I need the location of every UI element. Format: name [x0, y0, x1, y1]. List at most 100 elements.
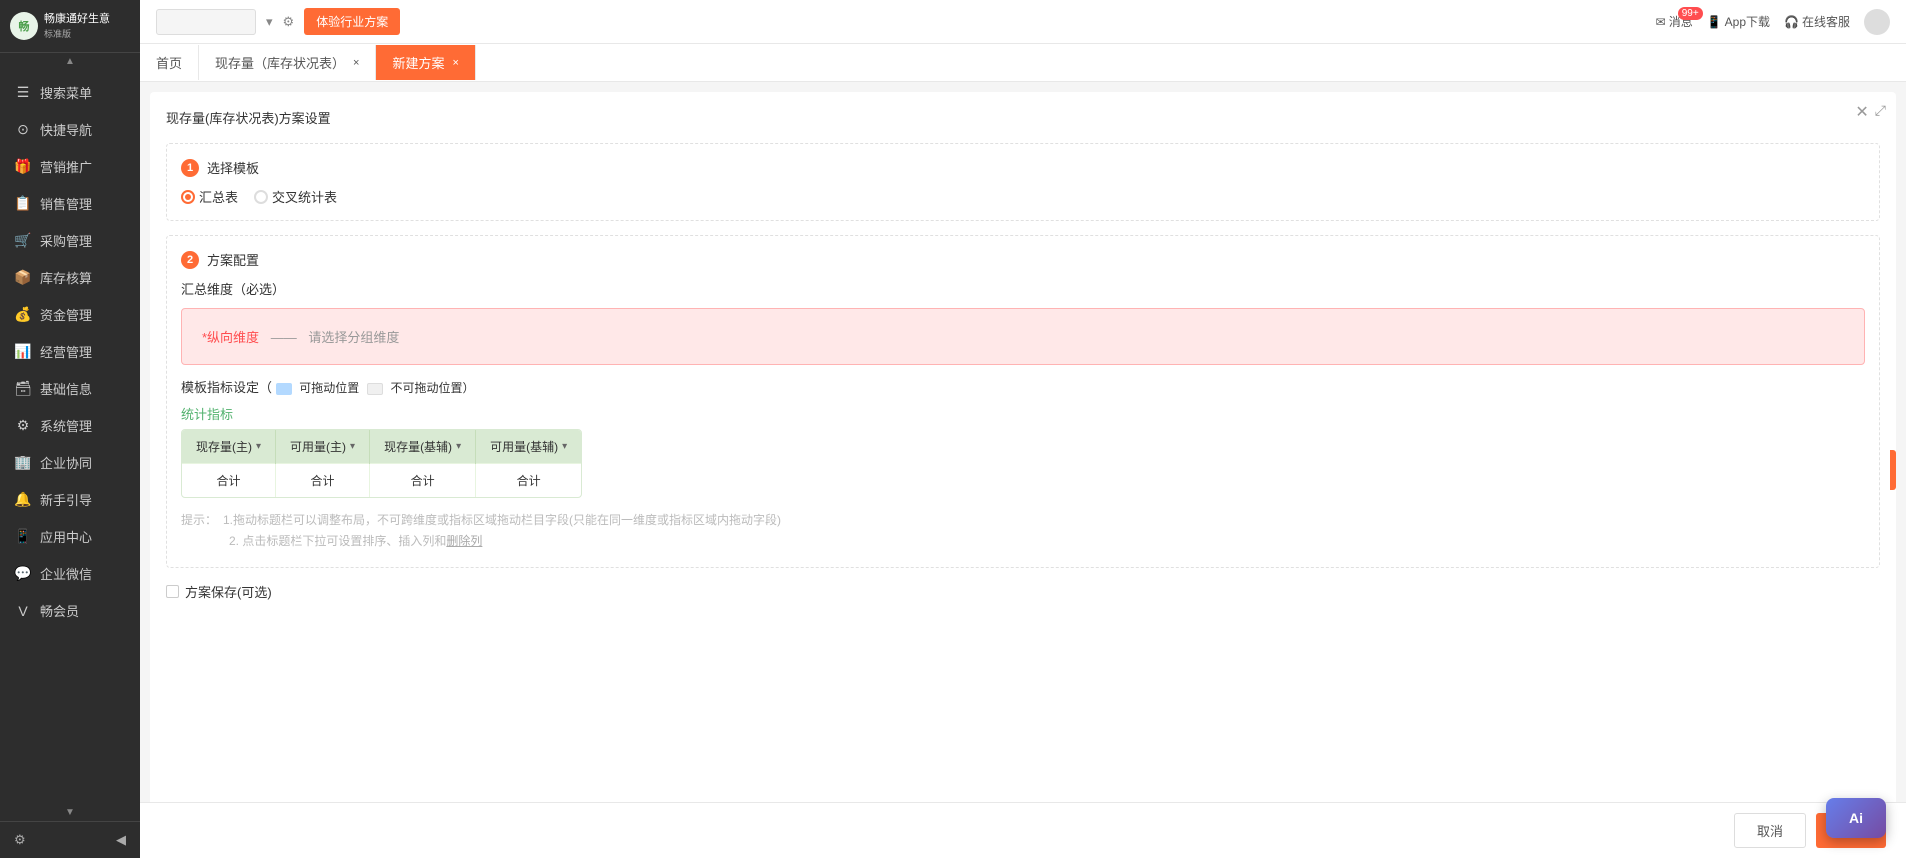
- sidebar-item-finance[interactable]: 💰 资金管理: [0, 296, 140, 333]
- sidebar-item-system[interactable]: ⚙ 系统管理: [0, 407, 140, 444]
- sidebar-item-label: 畅会员: [40, 601, 79, 620]
- message-badge: 99+: [1678, 7, 1703, 20]
- tab-inventory-status[interactable]: 现存量（库存状况表） ×: [199, 45, 376, 80]
- tab-inventory-close[interactable]: ×: [353, 57, 359, 69]
- resize-handle[interactable]: [1890, 450, 1896, 490]
- sidebar-scroll-down[interactable]: ▼: [0, 804, 140, 821]
- tab-new-scheme[interactable]: 新建方案 ×: [376, 45, 475, 80]
- col2-chevron: ▾: [350, 441, 355, 452]
- required-label: *纵向维度: [202, 330, 259, 345]
- industry-scheme-button[interactable]: 体验行业方案: [304, 8, 400, 35]
- col-header-1[interactable]: 现存量(主) ▾: [182, 430, 276, 464]
- app-download-button[interactable]: 📱 App下载: [1707, 13, 1770, 30]
- settings-footer-icon[interactable]: ⚙: [14, 832, 26, 848]
- indicator-label-text: 模板指标设定（: [181, 380, 272, 395]
- section2-header: 2 方案配置: [181, 250, 1865, 269]
- sidebar-item-label: 资金管理: [40, 305, 92, 324]
- online-service-icon: 🎧: [1784, 15, 1799, 29]
- member-icon: V: [14, 602, 32, 620]
- radio-cross-indicator: [254, 190, 268, 204]
- aggregate-dim-label: 汇总维度（必选）: [181, 279, 1865, 298]
- sidebar-scroll-up[interactable]: ▲: [0, 53, 140, 70]
- col2-label: 可用量(主): [290, 438, 346, 455]
- wechat-icon: 💬: [14, 565, 32, 583]
- non-draggable-hint-box: [367, 383, 383, 395]
- topbar-right: ✉ 消息 99+ 📱 App下载 🎧 在线客服: [1656, 9, 1890, 35]
- content-area: ✕ ⤢ 现存量(库存状况表)方案设置 1 选择模板 汇总表 交叉统: [140, 82, 1906, 858]
- expand-panel-icon[interactable]: ⤢: [1875, 102, 1886, 122]
- basic-info-icon: 🗃: [14, 380, 32, 398]
- new-guide-icon: 🔔: [14, 491, 32, 509]
- marketing-icon: 🎁: [14, 158, 32, 176]
- stats-table-container: 统计指标 现存量(主) ▾: [181, 404, 1865, 501]
- col4-label: 可用量(基辅): [490, 438, 558, 455]
- draggable-label: 可拖动位置: [299, 381, 359, 395]
- required-dimension-area: *纵向维度 —— 请选择分组维度: [181, 308, 1865, 365]
- cancel-button[interactable]: 取消: [1734, 813, 1806, 848]
- col-header-4[interactable]: 可用量(基辅) ▾: [476, 430, 582, 464]
- user-avatar[interactable]: [1864, 9, 1890, 35]
- sidebar-item-label: 经营管理: [40, 342, 92, 361]
- col-header-3[interactable]: 现存量(基辅) ▾: [370, 430, 476, 464]
- sidebar-item-label: 营销推广: [40, 157, 92, 176]
- sidebar-item-app-center[interactable]: 📱 应用中心: [0, 518, 140, 555]
- sidebar-item-sales[interactable]: 📋 销售管理: [0, 185, 140, 222]
- sidebar-item-label: 搜索菜单: [40, 83, 92, 102]
- sidebar-item-marketing[interactable]: 🎁 营销推广: [0, 148, 140, 185]
- tips-section: 提示： 1.拖动标题栏可以调整布局，不可跨维度或指标区域拖动栏目字段(只能在同一…: [181, 511, 1865, 549]
- finance-icon: 💰: [14, 306, 32, 324]
- sidebar-item-label: 应用中心: [40, 527, 92, 546]
- dimension-select-placeholder[interactable]: 请选择分组维度: [308, 330, 399, 345]
- section-choose-template: 1 选择模板 汇总表 交叉统计表: [166, 143, 1880, 221]
- sidebar-item-quick-nav[interactable]: ⊙ 快捷导航: [0, 111, 140, 148]
- sidebar-item-basic-info[interactable]: 🗃 基础信息: [0, 370, 140, 407]
- save-checkbox-row: 方案保存(可选): [166, 582, 1880, 601]
- system-icon: ⚙: [14, 417, 32, 435]
- sidebar-item-wechat[interactable]: 💬 企业微信: [0, 555, 140, 592]
- sidebar-item-enterprise[interactable]: 🏢 企业协同: [0, 444, 140, 481]
- close-panel-icon[interactable]: ✕: [1855, 102, 1868, 122]
- sidebar-item-member[interactable]: V 畅会员: [0, 592, 140, 629]
- template-option-cross[interactable]: 交叉统计表: [254, 187, 337, 206]
- tab-home[interactable]: 首页: [140, 45, 199, 80]
- tab-new-scheme-close[interactable]: ×: [452, 57, 458, 69]
- ai-fab-button[interactable]: Ai: [1826, 798, 1886, 838]
- radio-summary-label: 汇总表: [199, 187, 238, 206]
- topbar-search-input[interactable]: [156, 9, 256, 35]
- indicator-label: 模板指标设定（ 可拖动位置 不可拖动位置）: [181, 377, 1865, 396]
- radio-cross-label: 交叉统计表: [272, 187, 337, 206]
- content-inner: ✕ ⤢ 现存量(库存状况表)方案设置 1 选择模板 汇总表 交叉统: [150, 92, 1896, 848]
- stats-table-body: 合计 合计 合计 合计: [182, 464, 581, 498]
- logo-text: 畅康通好生意 标准版: [44, 12, 110, 39]
- template-option-summary[interactable]: 汇总表: [181, 187, 238, 206]
- tip2-link[interactable]: 删除列: [446, 534, 482, 548]
- sidebar-item-purchase[interactable]: 🛒 采购管理: [0, 222, 140, 259]
- col-header-2[interactable]: 可用量(主) ▾: [276, 430, 370, 464]
- section1-title: 选择模板: [207, 158, 259, 177]
- logo-icon: 畅: [10, 12, 38, 40]
- app-download-label: App下载: [1725, 13, 1770, 30]
- sidebar-item-inventory[interactable]: 📦 库存核算: [0, 259, 140, 296]
- sidebar-footer: ⚙ ◀: [0, 821, 140, 858]
- col1-chevron: ▾: [256, 441, 261, 452]
- page-title: 现存量(库存状况表)方案设置: [166, 108, 1880, 127]
- tip1: 提示： 1.拖动标题栏可以调整布局，不可跨维度或指标区域拖动栏目字段(只能在同一…: [181, 511, 1865, 528]
- sidebar-item-search-menu[interactable]: ☰ 搜索菜单: [0, 74, 140, 111]
- sidebar-nav: ☰ 搜索菜单 ⊙ 快捷导航 🎁 营销推广 📋 销售管理 🛒 采购管理 📦 库存核…: [0, 70, 140, 804]
- online-service-button[interactable]: 🎧 在线客服: [1784, 13, 1850, 30]
- section1-header: 1 选择模板: [181, 158, 1865, 177]
- topbar-settings-icon[interactable]: ⚙: [283, 14, 295, 30]
- app-download-icon: 📱: [1707, 15, 1722, 29]
- operation-icon: 📊: [14, 343, 32, 361]
- save-scheme-checkbox[interactable]: [166, 585, 179, 598]
- section2-title: 方案配置: [207, 250, 259, 269]
- message-button[interactable]: ✉ 消息 99+: [1656, 13, 1693, 30]
- app-center-icon: 📱: [14, 528, 32, 546]
- sidebar-item-operation[interactable]: 📊 经营管理: [0, 333, 140, 370]
- purchase-icon: 🛒: [14, 232, 32, 250]
- col4-chevron: ▾: [562, 441, 567, 452]
- sidebar-item-label: 采购管理: [40, 231, 92, 250]
- sound-footer-icon[interactable]: ◀: [116, 832, 126, 848]
- topbar-dropdown-icon[interactable]: ▾: [266, 14, 273, 30]
- sidebar-item-new-guide[interactable]: 🔔 新手引导: [0, 481, 140, 518]
